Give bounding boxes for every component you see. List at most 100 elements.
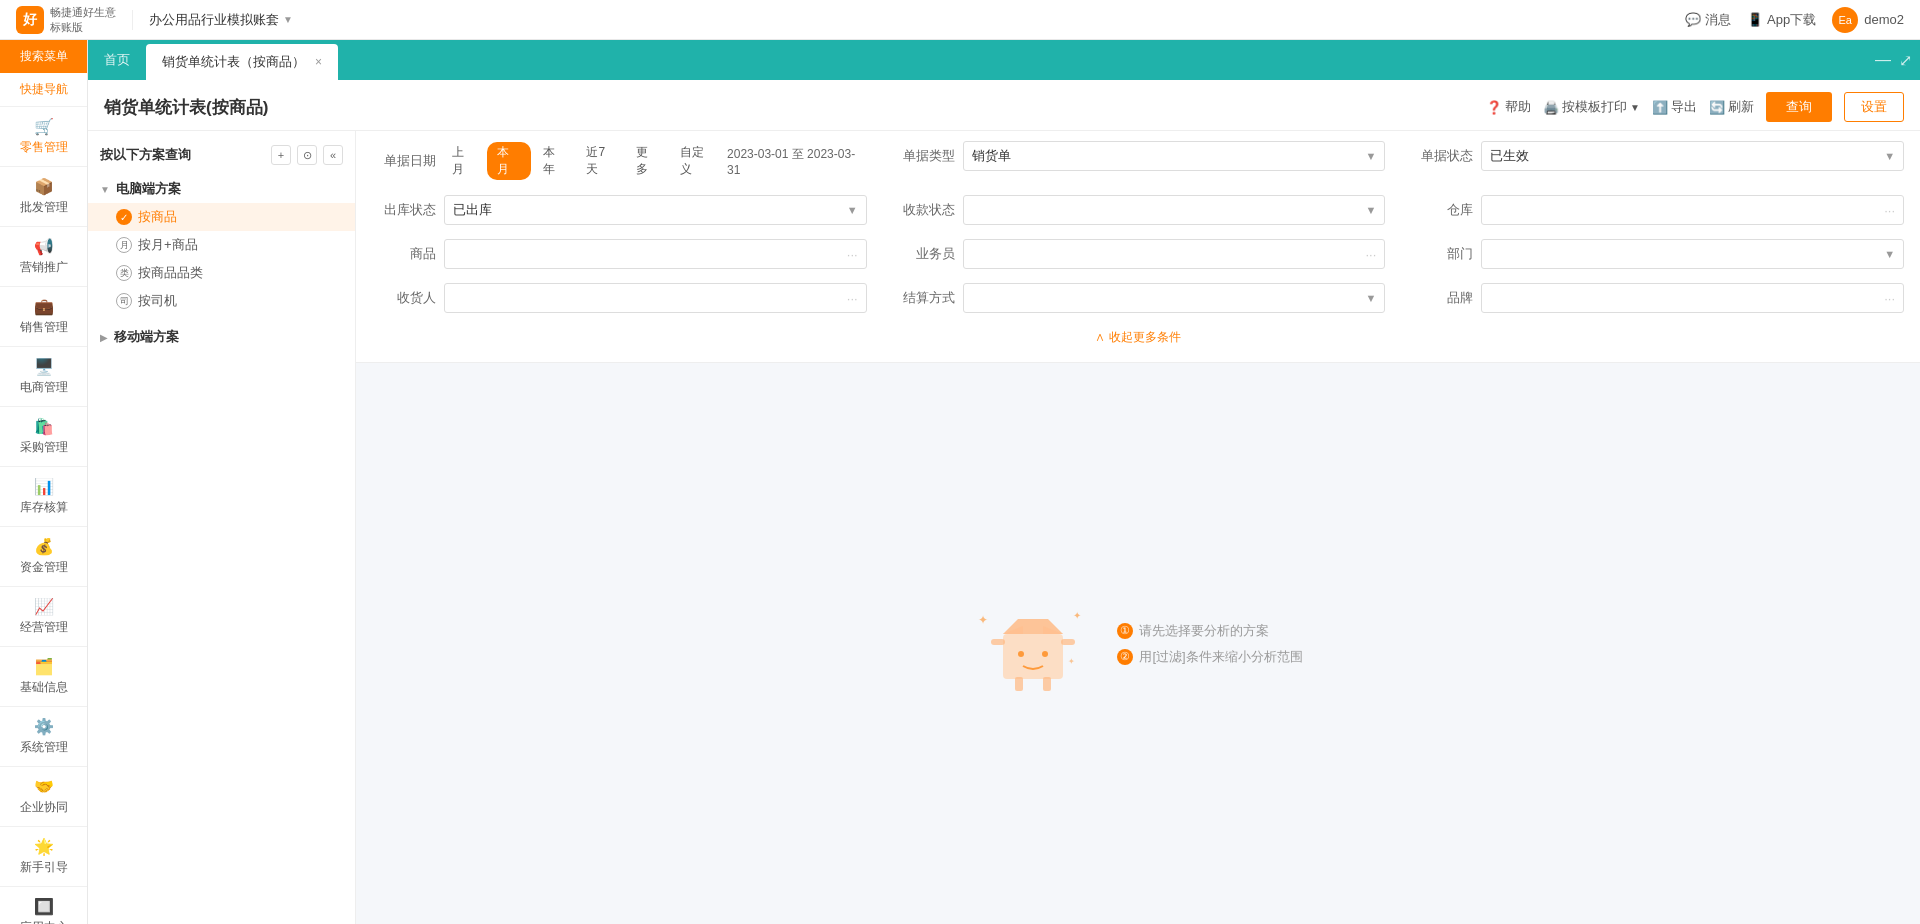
message-btn[interactable]: 💬 消息 [1685,11,1731,29]
collect-status-arrow-icon: ▼ [1365,204,1376,216]
empty-hint-1: ① 请先选择要分析的方案 [1117,622,1302,640]
workspace-selector[interactable]: 办公用品行业模拟账套 ▼ [149,11,293,29]
tree-item-label-goods: 按商品 [138,208,177,226]
divider [132,10,133,30]
app-download-btn[interactable]: 📱 App下载 [1747,11,1816,29]
tree-item-by-category[interactable]: 类 按商品品类 [88,259,355,287]
query-button[interactable]: 查询 [1766,92,1832,122]
finance-icon: 💰 [34,537,54,556]
tab-close-btn[interactable]: × [315,55,322,69]
salesman-input[interactable]: ··· [963,239,1386,269]
date-range-display: 2023-03-01 至 2023-03-31 [727,146,867,177]
help-btn[interactable]: ❓ 帮助 [1486,98,1531,116]
hint-num-2: ② [1117,649,1133,665]
tree-item-by-month-goods[interactable]: 月 按月+商品 [88,231,355,259]
collapse-btn[interactable]: ∧ 收起更多条件 [372,323,1904,352]
collect-status-label: 收款状态 [891,201,963,219]
main-layout: 搜索菜单 快捷导航 🛒 零售管理 📦 批发管理 📢 营销推广 💼 销售管理 🖥️… [0,40,1920,924]
panel-add-btn[interactable]: + [271,145,291,165]
avatar: Ea [1832,7,1858,33]
date-btn-custom[interactable]: 自定义 [672,141,723,181]
panel-settings-btn[interactable]: ⊙ [297,145,317,165]
warehouse-input[interactable]: ··· [1481,195,1904,225]
sales-icon: 💼 [34,297,54,316]
settings-button[interactable]: 设置 [1844,92,1904,122]
filter-row-1: 单据日期 上月 本月 本年 近7天 更多 自定义 2023-03-01 至 20… [372,141,1904,181]
help-icon: ❓ [1486,100,1502,115]
out-status-label: 出库状态 [372,201,444,219]
date-btn-more[interactable]: 更多 [628,141,667,181]
receiver-input[interactable]: ··· [444,283,867,313]
tab-bar: 首页 销货单统计表（按商品） × — ⤢ [88,40,1920,80]
refresh-btn[interactable]: 🔄 刷新 [1709,98,1754,116]
brand-dots: ··· [1884,291,1895,306]
dept-input[interactable]: ▼ [1481,239,1904,269]
goods-dots: ··· [847,247,858,262]
sidebar-item-ecommerce[interactable]: 🖥️ 电商管理 [0,347,87,407]
collect-status-input[interactable]: ▼ [963,195,1386,225]
date-btn-7days[interactable]: 近7天 [578,141,624,181]
sidebar-item-basic-info[interactable]: 🗂️ 基础信息 [0,647,87,707]
payment-input[interactable]: ▼ [963,283,1386,313]
print-btn[interactable]: 🖨️ 按模板打印 ▼ [1543,98,1640,116]
tree-section-pc-header[interactable]: ▼ 电脑端方案 [88,175,355,203]
tab-sales-stats[interactable]: 销货单统计表（按商品） × [146,44,338,80]
svg-rect-6 [1061,639,1075,645]
sidebar-item-marketing[interactable]: 📢 营销推广 [0,227,87,287]
sidebar-item-retail[interactable]: 🛒 零售管理 [0,107,87,167]
app-center-icon: 🔲 [34,897,54,916]
empty-hint-2: ② 用[过滤]条件来缩小分析范围 [1117,648,1302,666]
sidebar-item-inventory[interactable]: 📊 库存核算 [0,467,87,527]
svg-text:✦: ✦ [1068,657,1075,666]
salesman-dots: ··· [1366,247,1377,262]
tree-item-icon-driver: 司 [116,293,132,309]
sidebar-item-wholesale[interactable]: 📦 批发管理 [0,167,87,227]
brand-input[interactable]: ··· [1481,283,1904,313]
sidebar-item-purchase[interactable]: 🛍️ 采购管理 [0,407,87,467]
sidebar-item-sales[interactable]: 💼 销售管理 [0,287,87,347]
tree-item-by-driver[interactable]: 司 按司机 [88,287,355,315]
quick-nav-btn[interactable]: 快捷导航 [0,73,87,107]
sidebar-item-finance[interactable]: 💰 资金管理 [0,527,87,587]
date-btn-last-month[interactable]: 上月 [444,141,483,181]
sidebar-item-app-center[interactable]: 🔲 应用中心 [0,887,87,924]
left-panel: 按以下方案查询 + ⊙ « ▼ 电脑端方案 ✓ [88,131,356,924]
page-title: 销货单统计表(按商品) [104,96,268,119]
newbie-icon: 🌟 [34,837,54,856]
svg-text:✦: ✦ [978,613,988,627]
tab-home[interactable]: 首页 [88,40,146,80]
tree-section-mobile-header[interactable]: ▶ 移动端方案 [88,323,355,351]
tab-minimize-btn[interactable]: — [1875,51,1891,69]
chevron-down-icon: ▼ [283,14,293,25]
body-layout: 按以下方案查询 + ⊙ « ▼ 电脑端方案 ✓ [88,131,1920,924]
tree-item-by-goods[interactable]: ✓ 按商品 [88,203,355,231]
tree-toggle-pc: ▼ [100,184,110,195]
payment-group: 结算方式 ▼ [891,283,1386,313]
out-status-arrow-icon: ▼ [847,204,858,216]
doc-type-arrow-icon: ▼ [1365,150,1376,162]
tree-item-icon-month: 月 [116,237,132,253]
doc-type-input[interactable]: 销货单 ▼ [963,141,1386,171]
doc-status-input[interactable]: 已生效 ▼ [1481,141,1904,171]
refresh-icon: 🔄 [1709,100,1725,115]
empty-state: ✦ ✦ ✦ ① 请先选择要分析的方案 [356,363,1920,924]
tree-toggle-mobile: ▶ [100,332,108,343]
svg-point-2 [1042,651,1048,657]
search-menu-btn[interactable]: 搜索菜单 [0,40,87,73]
sidebar-item-system[interactable]: ⚙️ 系统管理 [0,707,87,767]
panel-collapse-btn[interactable]: « [323,145,343,165]
date-btn-this-month[interactable]: 本月 [487,142,530,180]
page-header: 销货单统计表(按商品) ❓ 帮助 🖨️ 按模板打印 ▼ ⬆️ 导出 [88,80,1920,131]
sidebar-item-operations[interactable]: 📈 经营管理 [0,587,87,647]
goods-input[interactable]: ··· [444,239,867,269]
sidebar-item-newbie[interactable]: 🌟 新手引导 [0,827,87,887]
svg-point-1 [1018,651,1024,657]
sidebar-item-enterprise[interactable]: 🤝 企业协同 [0,767,87,827]
out-status-input[interactable]: 已出库 ▼ [444,195,867,225]
empty-content: ✦ ✦ ✦ ① 请先选择要分析的方案 [973,594,1302,694]
export-btn[interactable]: ⬆️ 导出 [1652,98,1697,116]
tree-item-icon-category: 类 [116,265,132,281]
tab-expand-btn[interactable]: ⤢ [1899,51,1912,70]
date-btn-this-year[interactable]: 本年 [535,141,574,181]
user-area[interactable]: Ea demo2 [1832,7,1904,33]
